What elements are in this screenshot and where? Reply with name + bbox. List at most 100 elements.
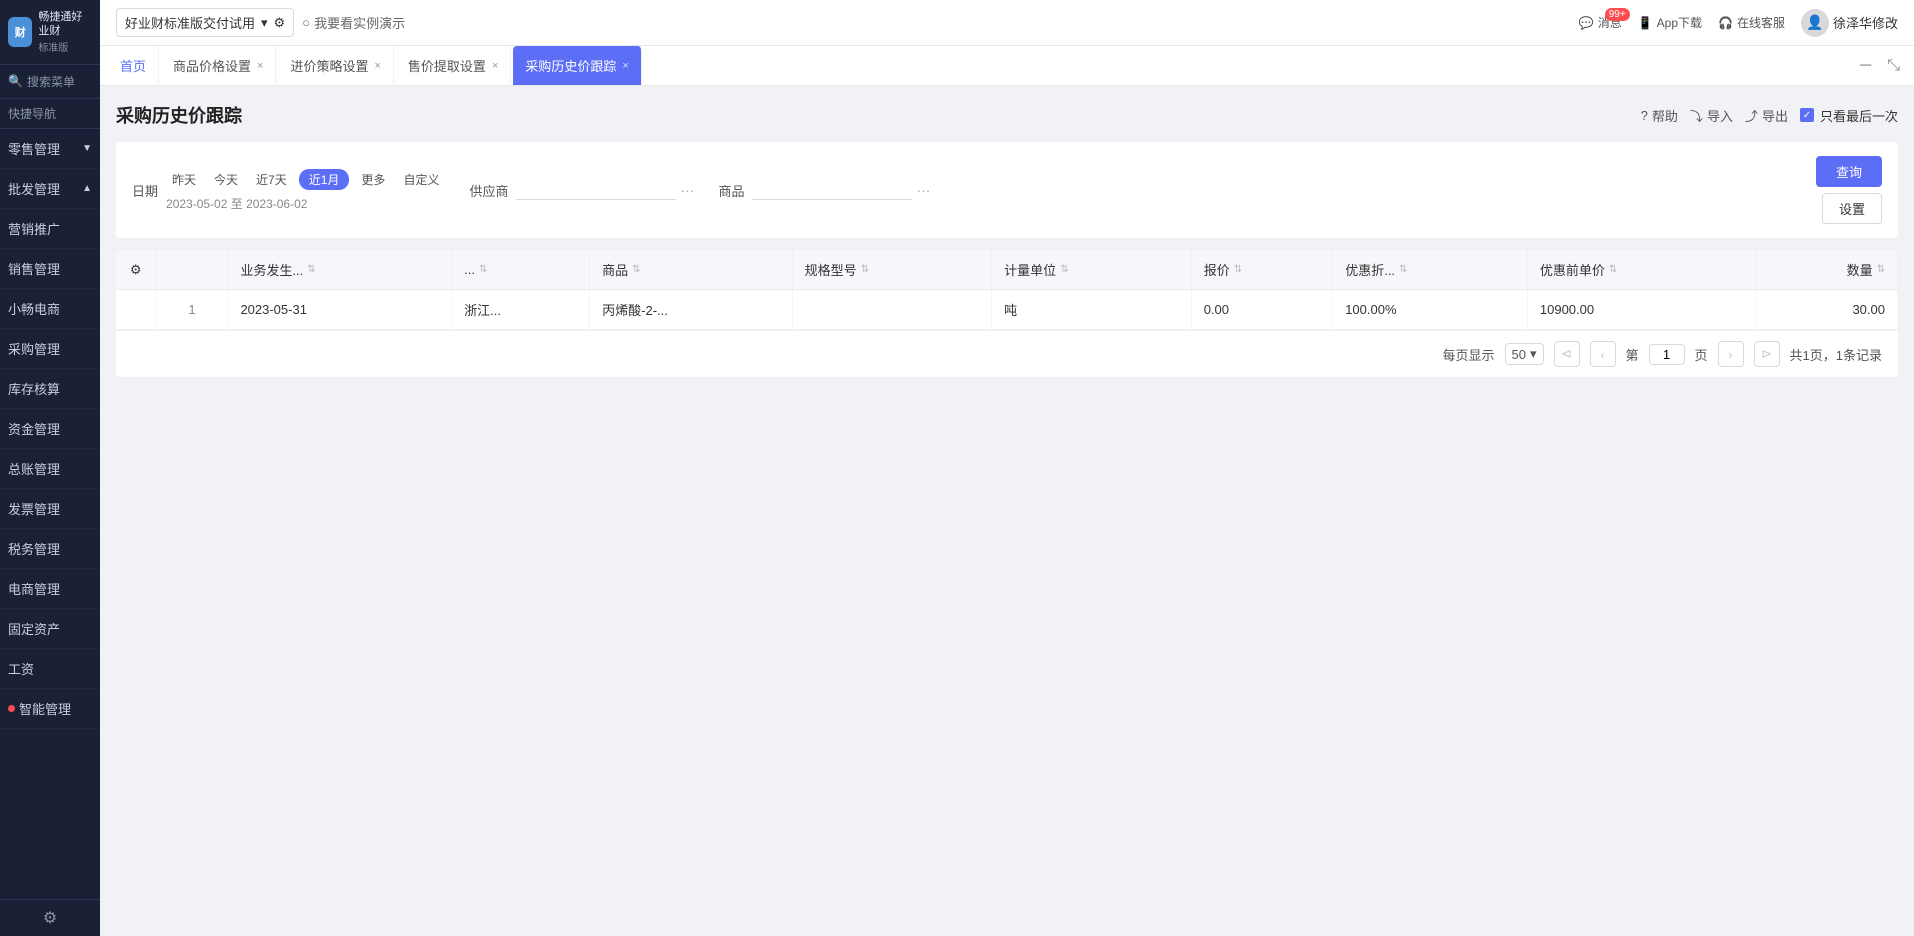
gear-icon[interactable]: ⚙ bbox=[130, 262, 142, 277]
sidebar-item-retail[interactable]: 零售管理 ▼ bbox=[0, 129, 100, 169]
col-goods[interactable]: 商品 ⇅ bbox=[590, 250, 793, 290]
tab-purchase-history[interactable]: 采购历史价跟踪 × bbox=[513, 46, 641, 85]
sidebar-item-tax[interactable]: 税务管理 bbox=[0, 529, 100, 569]
sidebar-item-wholesale[interactable]: 批发管理 ▲ bbox=[0, 169, 100, 209]
col-spec[interactable]: 规格型号 ⇅ bbox=[792, 250, 992, 290]
export-icon: ⤴ bbox=[1745, 106, 1758, 125]
sidebar-item-smart[interactable]: 智能管理 bbox=[0, 689, 100, 729]
tabbar: 首页 商品价格设置 × 进价策略设置 × 售价提取设置 × 采购历史价跟踪 × … bbox=[100, 46, 1914, 86]
expand-icon-retail: ▼ bbox=[82, 143, 92, 154]
col-unit[interactable]: 计量单位 ⇅ bbox=[992, 250, 1192, 290]
pagination-bar: 每页显示 50 ▾ ⊲ ‹ 第 页 › ⊳ 共1页，1条记录 bbox=[116, 330, 1898, 377]
sidebar-item-ecom[interactable]: 小畅电商 bbox=[0, 289, 100, 329]
sidebar-item-finance[interactable]: 资金管理 bbox=[0, 409, 100, 449]
chevron-down-icon: ▾ bbox=[261, 15, 268, 31]
date-range-display: 2023-05-02 至 2023-06-02 bbox=[166, 195, 445, 212]
total-info: 共1页，1条记录 bbox=[1790, 345, 1882, 364]
supplier-input[interactable] bbox=[516, 180, 676, 200]
date-today[interactable]: 今天 bbox=[208, 169, 244, 190]
col-price[interactable]: 报价 ⇅ bbox=[1191, 250, 1333, 290]
settings-gear-icon[interactable]: ⚙ bbox=[274, 15, 286, 31]
row-discount: 100.00% bbox=[1333, 290, 1528, 330]
app-edition: 标准版 bbox=[38, 39, 92, 54]
demo-icon: ○ bbox=[302, 15, 310, 30]
tab-close-strategy[interactable]: × bbox=[374, 60, 380, 72]
supplier-dots[interactable]: ··· bbox=[680, 182, 694, 198]
import-icon: ⤵ bbox=[1690, 106, 1703, 125]
date-yesterday[interactable]: 昨天 bbox=[166, 169, 202, 190]
online-service-btn[interactable]: 🎧 在线客服 bbox=[1718, 14, 1785, 31]
quick-nav[interactable]: 快捷导航 bbox=[0, 99, 100, 129]
help-btn[interactable]: ? 帮助 bbox=[1641, 106, 1678, 125]
row-price: 0.00 bbox=[1191, 290, 1333, 330]
expand-icon-wholesale: ▲ bbox=[82, 183, 92, 194]
sidebar-item-salary[interactable]: 工资 bbox=[0, 649, 100, 689]
demo-link[interactable]: ○ 我要看实例演示 bbox=[302, 13, 405, 32]
only-last-check[interactable]: ✓ 只看最后一次 bbox=[1800, 106, 1898, 125]
supplier-input-wrap: ··· bbox=[516, 180, 694, 200]
current-page-input[interactable] bbox=[1649, 344, 1685, 365]
first-page-btn[interactable]: ⊲ bbox=[1554, 341, 1580, 367]
goods-label: 商品 bbox=[718, 181, 744, 200]
sidebar-item-marketing[interactable]: 营销推广 bbox=[0, 209, 100, 249]
sidebar-item-assets[interactable]: 固定资产 bbox=[0, 609, 100, 649]
tab-sale-price[interactable]: 售价提取设置 × bbox=[396, 46, 511, 85]
sort-price-icon: ⇅ bbox=[1234, 264, 1242, 275]
tab-price-settings[interactable]: 商品价格设置 × bbox=[161, 46, 276, 85]
settings-button[interactable]: 设置 bbox=[1822, 193, 1882, 224]
checkbox-only-last[interactable]: ✓ bbox=[1800, 108, 1814, 122]
row-supplier: 浙江... bbox=[452, 290, 590, 330]
goods-dots[interactable]: ··· bbox=[916, 182, 930, 198]
message-btn[interactable]: 💬 消息 99+ bbox=[1579, 14, 1622, 31]
query-button[interactable]: 查询 bbox=[1816, 156, 1882, 187]
col-discount[interactable]: 优惠折... ⇅ bbox=[1333, 250, 1528, 290]
user-info[interactable]: 👤 徐泽华修改 bbox=[1801, 9, 1898, 37]
app-name: 畅捷通好业财 bbox=[38, 10, 92, 39]
col-date[interactable]: 业务发生... ⇅ bbox=[228, 250, 452, 290]
col-quantity[interactable]: 数量 ⇅ bbox=[1756, 250, 1898, 290]
import-btn[interactable]: ⤵ 导入 bbox=[1690, 106, 1733, 125]
tab-purchase-strategy[interactable]: 进价策略设置 × bbox=[278, 46, 393, 85]
app-download-btn[interactable]: 📱 App下载 bbox=[1638, 14, 1702, 31]
goods-input[interactable] bbox=[752, 180, 912, 200]
page-label-pre: 第 bbox=[1626, 345, 1639, 364]
search-menu[interactable]: 🔍 搜索菜单 bbox=[0, 65, 100, 99]
row-unit: 吨 bbox=[992, 290, 1192, 330]
settings-icon[interactable]: ⚙ bbox=[43, 908, 57, 928]
smart-dot bbox=[8, 705, 15, 712]
export-btn[interactable]: ⤴ 导出 bbox=[1745, 106, 1788, 125]
avatar: 👤 bbox=[1801, 9, 1829, 37]
minimize-icon[interactable]: ─ bbox=[1854, 55, 1877, 77]
date-custom[interactable]: 自定义 bbox=[397, 169, 445, 190]
headset-icon: 🎧 bbox=[1718, 16, 1733, 30]
tab-close-history[interactable]: × bbox=[622, 60, 628, 72]
app-logo-icon: 财 bbox=[8, 17, 32, 47]
tab-close-sale[interactable]: × bbox=[492, 60, 498, 72]
sidebar-item-invoice[interactable]: 发票管理 bbox=[0, 489, 100, 529]
row-goods: 丙烯酸-2-... bbox=[590, 290, 793, 330]
date-label: 日期 bbox=[132, 181, 158, 200]
sidebar-item-inventory[interactable]: 库存核算 bbox=[0, 369, 100, 409]
chevron-down-icon: ▾ bbox=[1530, 346, 1537, 362]
sort-goods-icon: ⇅ bbox=[632, 264, 640, 275]
col-orig-price[interactable]: 优惠前单价 ⇅ bbox=[1527, 250, 1756, 290]
date-7days[interactable]: 近7天 bbox=[250, 169, 293, 190]
date-1month[interactable]: 近1月 bbox=[299, 169, 350, 190]
col-dots[interactable]: ... ⇅ bbox=[452, 250, 590, 290]
sidebar-item-ecommerce[interactable]: 电商管理 bbox=[0, 569, 100, 609]
maximize-icon[interactable]: ⤡ bbox=[1881, 55, 1906, 77]
sidebar-item-ledger[interactable]: 总账管理 bbox=[0, 449, 100, 489]
sort-orig-price-icon: ⇅ bbox=[1609, 264, 1617, 275]
sidebar-item-sales[interactable]: 销售管理 bbox=[0, 249, 100, 289]
help-icon: ? bbox=[1641, 108, 1648, 123]
edition-selector[interactable]: 好业财标准版交付试用 ▾ ⚙ bbox=[116, 8, 294, 37]
last-page-btn[interactable]: ⊳ bbox=[1754, 341, 1780, 367]
next-page-btn[interactable]: › bbox=[1718, 341, 1744, 367]
tab-close-price[interactable]: × bbox=[257, 60, 263, 72]
per-page-select[interactable]: 50 ▾ bbox=[1505, 343, 1544, 365]
sidebar-item-purchase[interactable]: 采购管理 bbox=[0, 329, 100, 369]
prev-page-btn[interactable]: ‹ bbox=[1590, 341, 1616, 367]
tab-home[interactable]: 首页 bbox=[108, 46, 159, 85]
main-area: 好业财标准版交付试用 ▾ ⚙ ○ 我要看实例演示 💬 消息 99+ 📱 App下… bbox=[100, 0, 1914, 936]
date-more[interactable]: 更多 bbox=[355, 169, 391, 190]
